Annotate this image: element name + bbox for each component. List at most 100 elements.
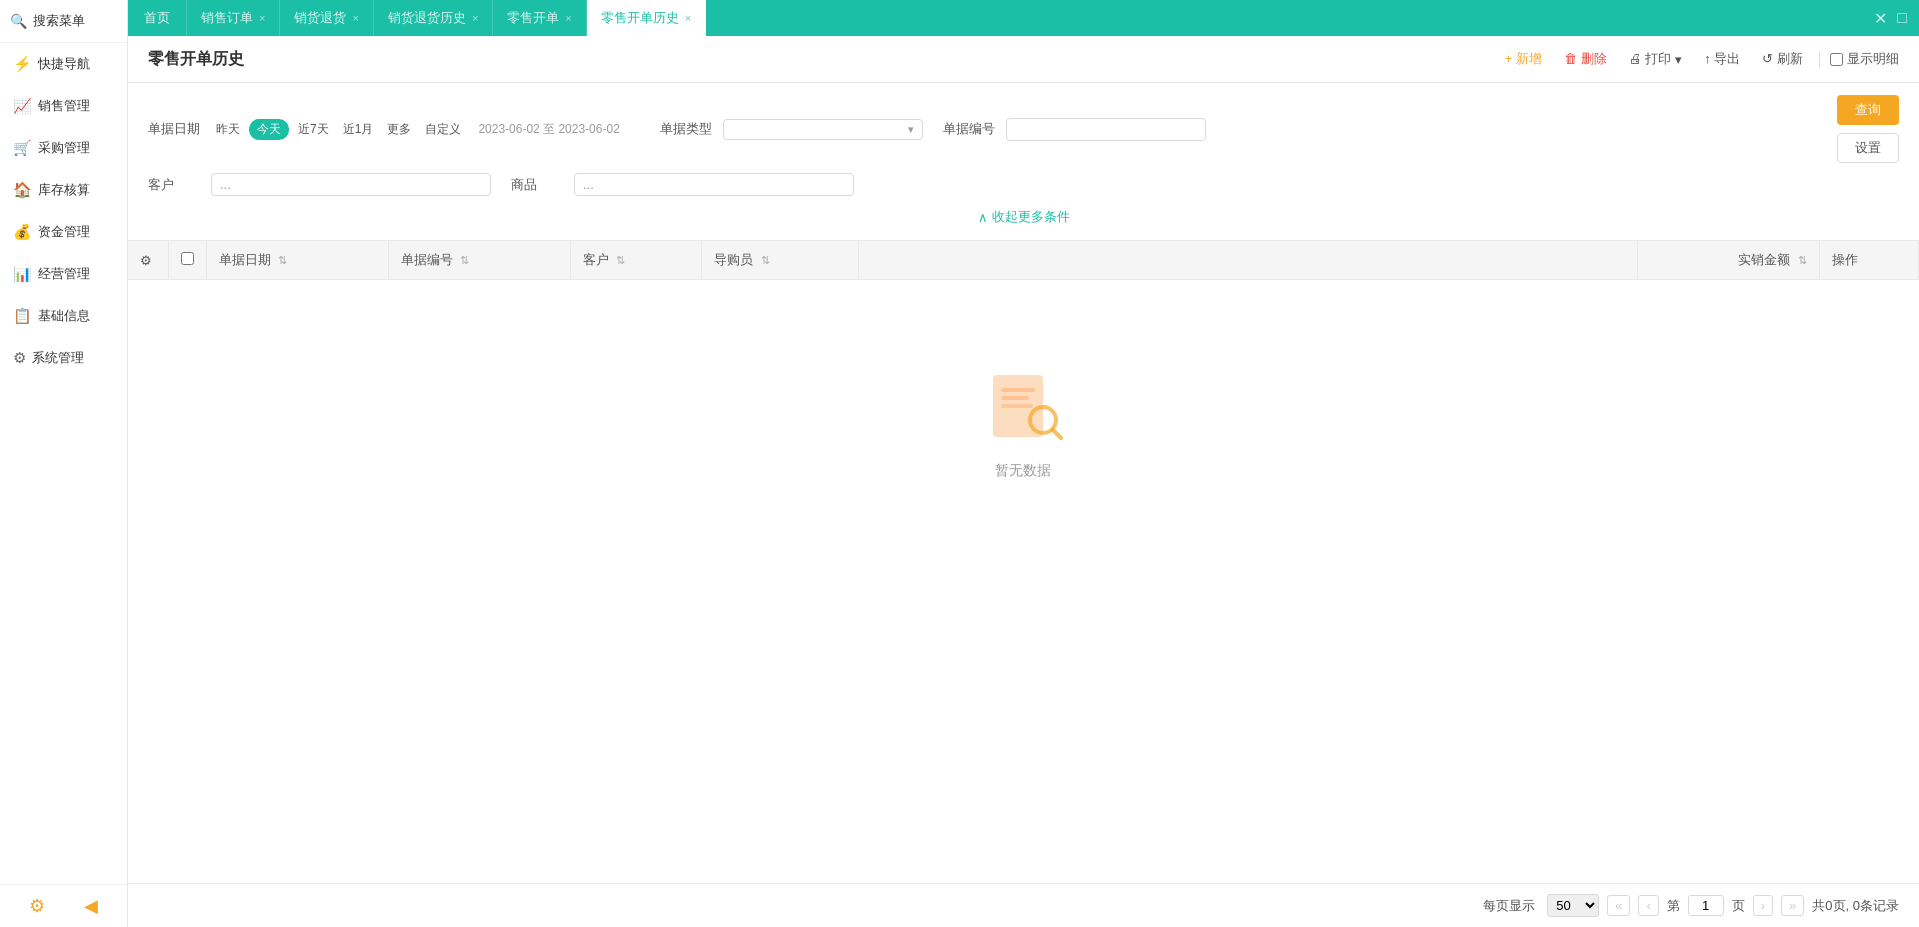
tab-retail-open-close[interactable]: ×	[565, 12, 571, 24]
th-date: 单据日期 ⇅	[206, 241, 388, 280]
sidebar-item-inventory[interactable]: 🏠 库存核算	[0, 169, 127, 211]
date-btn-last7[interactable]: 近7天	[293, 119, 334, 140]
date-btn-more[interactable]: 更多	[382, 119, 416, 140]
query-button[interactable]: 查询	[1837, 95, 1899, 125]
empty-illustration	[973, 360, 1073, 450]
base-info-icon: 📋	[13, 307, 32, 325]
sidebar-item-sys-mgmt[interactable]: ⚙ 系统管理	[0, 337, 127, 379]
tab-sales-return-close[interactable]: ×	[352, 12, 358, 24]
sidebar-item-label: 基础信息	[38, 307, 90, 325]
operations-icon: 📊	[13, 265, 32, 283]
purchase-icon: 🛒	[13, 139, 32, 157]
sidebar-item-purchase-mgmt[interactable]: 🛒 采购管理	[0, 127, 127, 169]
sidebar-item-finance[interactable]: 💰 资金管理	[0, 211, 127, 253]
main-content: 首页 销售订单 × 销货退货 × 销货退货历史 × 零售开单 × 零售开单历史 …	[128, 0, 1919, 927]
filter-row-1: 单据日期 昨天 今天 近7天 近1月 更多 自定义 2023-06-02 至 2…	[148, 95, 1899, 163]
finance-icon: 💰	[13, 223, 32, 241]
restore-window-icon[interactable]: □	[1897, 9, 1907, 27]
tabs-bar: 首页 销售订单 × 销货退货 × 销货退货历史 × 零售开单 × 零售开单历史 …	[128, 0, 1919, 36]
tab-home[interactable]: 首页	[128, 0, 187, 36]
sidebar-search-label: 搜索菜单	[33, 12, 85, 30]
per-page-select[interactable]: 50 10 20 100	[1547, 894, 1599, 917]
refresh-button[interactable]: ↺ 刷新	[1756, 46, 1809, 72]
filter-area: 单据日期 昨天 今天 近7天 近1月 更多 自定义 2023-06-02 至 2…	[128, 83, 1919, 241]
prev-page-btn[interactable]: ‹	[1638, 895, 1658, 916]
sort-amount-icon[interactable]: ⇅	[1798, 254, 1807, 266]
th-amount: 实销金额 ⇅	[1637, 241, 1819, 280]
th-gear[interactable]: ⚙	[128, 241, 168, 280]
th-check[interactable]	[168, 241, 206, 280]
per-page-label: 每页显示	[1483, 897, 1535, 915]
th-spacer	[859, 241, 1637, 280]
sidebar-item-label: 库存核算	[38, 181, 90, 199]
date-btn-yesterday[interactable]: 昨天	[211, 119, 245, 140]
next-page-btn[interactable]: ›	[1753, 895, 1773, 916]
th-customer-label: 客户	[583, 252, 609, 267]
filter-row-2: 客户 ... 商品 ...	[148, 173, 1899, 196]
close-all-tabs-icon[interactable]: ✕	[1874, 9, 1887, 28]
sidebar-search[interactable]: 🔍 搜索菜单	[0, 0, 127, 43]
add-label: + 新增	[1505, 50, 1542, 68]
page-total: 共0页, 0条记录	[1812, 897, 1899, 915]
last-page-btn[interactable]: »	[1781, 895, 1804, 916]
add-button[interactable]: + 新增	[1499, 46, 1548, 72]
doc-no-input[interactable]	[1006, 118, 1206, 141]
sidebar-item-operations[interactable]: 📊 经营管理	[0, 253, 127, 295]
print-button[interactable]: 🖨 打印 ▾	[1623, 46, 1689, 72]
date-btn-last1month[interactable]: 近1月	[338, 119, 379, 140]
sidebar-item-sales-mgmt[interactable]: 📈 销售管理	[0, 85, 127, 127]
sort-guide-icon[interactable]: ⇅	[761, 254, 770, 266]
tab-sales-order-close[interactable]: ×	[259, 12, 265, 24]
svg-rect-1	[1001, 388, 1035, 392]
data-table: ⚙ 单据日期 ⇅ 单据编号 ⇅ 客户 ⇅	[128, 241, 1919, 520]
sort-customer-icon[interactable]: ⇅	[616, 254, 625, 266]
tab-sales-order[interactable]: 销售订单 ×	[187, 0, 280, 36]
date-btn-today[interactable]: 今天	[249, 119, 289, 140]
sidebar-item-label: 经营管理	[38, 265, 90, 283]
doc-type-select[interactable]: ▾	[723, 119, 923, 140]
first-page-btn[interactable]: «	[1607, 895, 1630, 916]
tab-retail-open-history[interactable]: 零售开单历史 ×	[587, 0, 706, 36]
query-btn-group: 查询 设置	[1837, 95, 1899, 163]
customer-select[interactable]: ...	[211, 173, 491, 196]
date-btn-custom[interactable]: 自定义	[420, 119, 466, 140]
delete-button[interactable]: 🗑 删除	[1558, 46, 1613, 72]
collapse-sidebar-icon[interactable]: ◀	[84, 895, 98, 917]
goods-select[interactable]: ...	[574, 173, 854, 196]
sidebar-item-quick-nav[interactable]: ⚡ 快捷导航	[0, 43, 127, 85]
tabs-actions: ✕ □	[1874, 9, 1919, 28]
tab-retail-open[interactable]: 零售开单 ×	[493, 0, 586, 36]
date-filter-label: 单据日期	[148, 120, 203, 138]
tab-home-label: 首页	[144, 9, 170, 27]
export-button[interactable]: ↑ 导出	[1698, 46, 1746, 72]
th-action-label: 操作	[1832, 252, 1858, 267]
tab-retail-open-history-close[interactable]: ×	[685, 12, 691, 24]
gear-icon: ⚙	[140, 253, 152, 268]
show-detail-checkbox[interactable]	[1830, 53, 1843, 66]
tab-sales-return[interactable]: 销货退货 ×	[280, 0, 373, 36]
tab-sales-return-history[interactable]: 销货退货历史 ×	[374, 0, 493, 36]
customer-filter-label: 客户	[148, 176, 203, 194]
sort-doc-no-icon[interactable]: ⇅	[460, 254, 469, 266]
inventory-icon: 🏠	[13, 181, 32, 199]
sort-date-icon[interactable]: ⇅	[278, 254, 287, 266]
tab-retail-open-history-label: 零售开单历史	[601, 9, 679, 27]
tab-sales-return-history-close[interactable]: ×	[472, 12, 478, 24]
page-number-input[interactable]	[1688, 895, 1724, 916]
svg-line-5	[1053, 430, 1061, 438]
customer-placeholder: ...	[220, 177, 231, 192]
sidebar-item-label: 销售管理	[38, 97, 90, 115]
collapse-up-icon: ∧	[978, 210, 988, 225]
settings-footer-icon[interactable]: ⚙	[29, 895, 45, 917]
sidebar-item-label: 系统管理	[32, 349, 84, 367]
collapse-filter-btn[interactable]: ∧ 收起更多条件	[148, 206, 1899, 234]
search-icon: 🔍	[10, 13, 27, 29]
setting-button[interactable]: 设置	[1837, 133, 1899, 163]
select-all-checkbox[interactable]	[181, 252, 194, 265]
th-amount-label: 实销金额	[1738, 252, 1790, 267]
sys-mgmt-icon: ⚙	[13, 349, 26, 367]
sidebar-item-base-info[interactable]: 📋 基础信息	[0, 295, 127, 337]
doc-type-arrow-icon: ▾	[908, 123, 914, 136]
th-action: 操作	[1819, 241, 1918, 280]
sidebar-menu: ⚡ 快捷导航 📈 销售管理 🛒 采购管理 🏠 库存核算 💰 资金管理 📊 经营管…	[0, 43, 127, 884]
